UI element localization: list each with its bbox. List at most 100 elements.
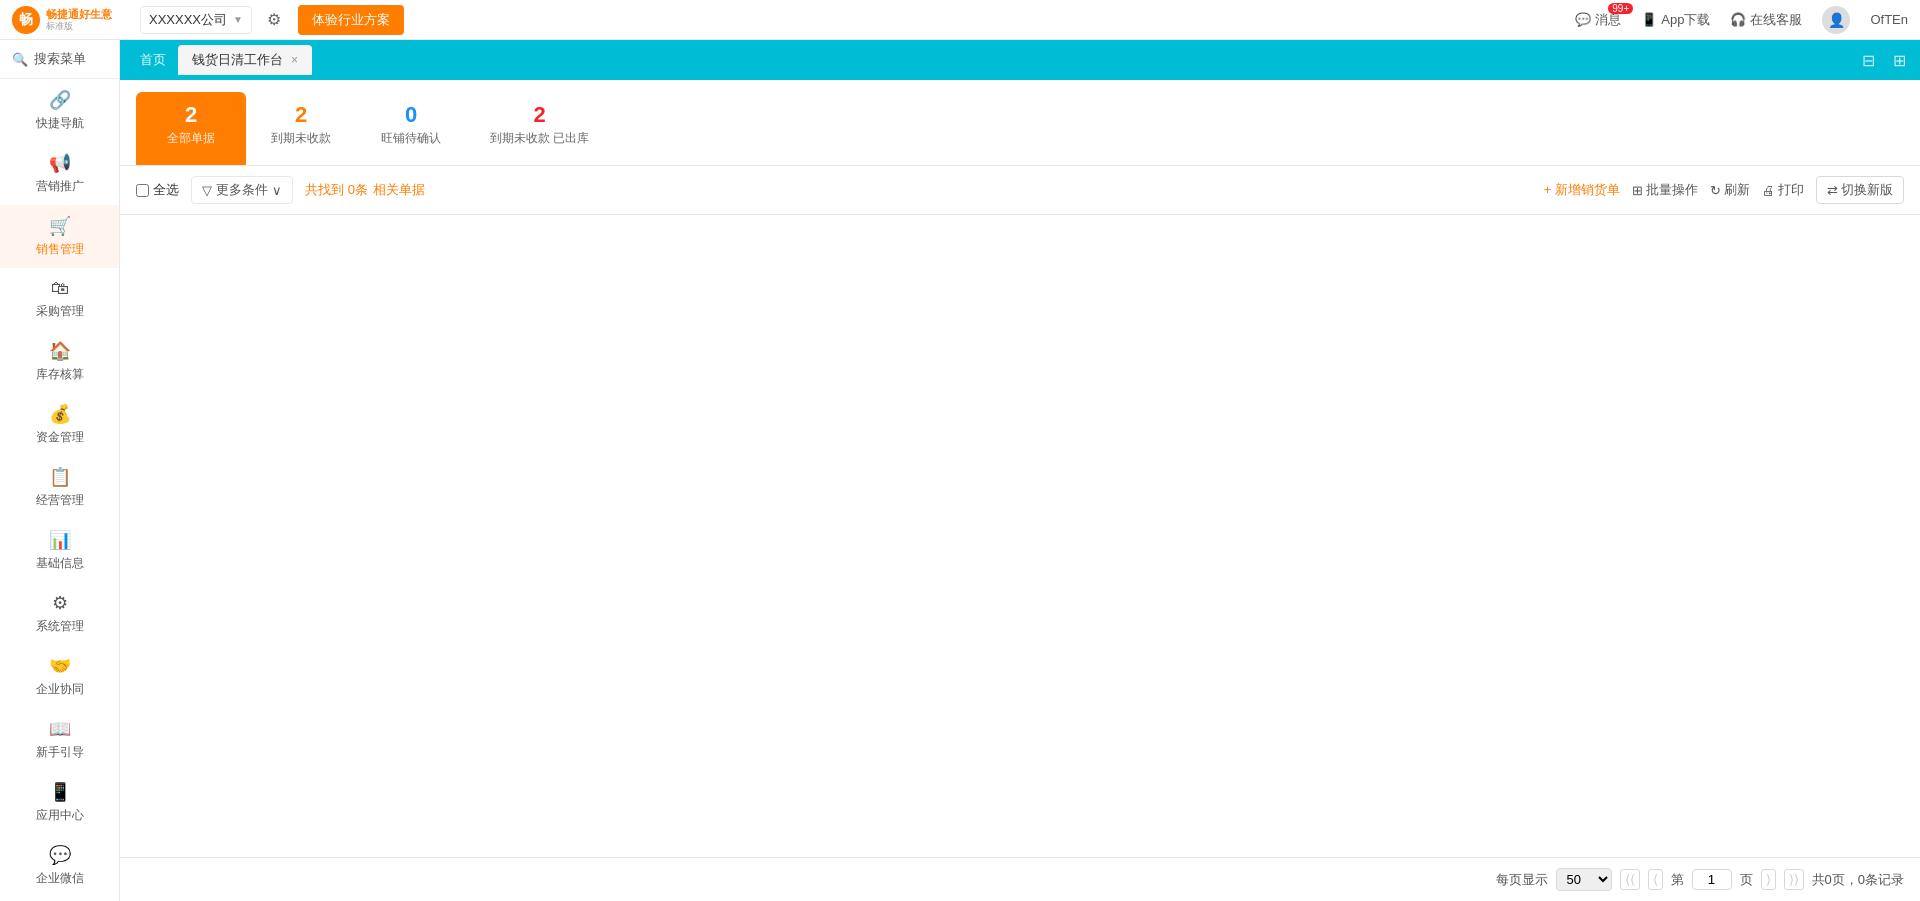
sidebar-item-new-guide[interactable]: 📖 新手引导 [0, 708, 119, 771]
print-label: 打印 [1778, 181, 1804, 199]
page-first-button[interactable]: ⟨⟨ [1620, 869, 1640, 890]
batch-icon: ⊞ [1632, 183, 1643, 198]
sidebar-label-wechat-work: 企业微信 [36, 870, 84, 887]
page-next-button[interactable]: ⟩ [1761, 869, 1776, 890]
online-service-label: 在线客服 [1750, 11, 1802, 29]
settings-button[interactable]: ⚙ [260, 6, 288, 34]
sidebar-label-marketing: 营销推广 [36, 178, 84, 195]
switch-version-button[interactable]: ⇄ 切换新版 [1816, 176, 1904, 204]
print-button[interactable]: 🖨 打印 [1762, 181, 1804, 199]
pagination: 每页显示 102050100 ⟨⟨ ⟨ 第 页 ⟩ ⟩⟩ 共0页，0条记录 [120, 857, 1920, 901]
content-area: 首页 钱货日清工作台 × ⊟ ⊞ 2 全部单据 2 到期未收款 0 旺铺待确认 … [120, 40, 1920, 901]
sidebar-icon-sales-mgmt: 🛒 [49, 215, 71, 237]
page-content: 2 全部单据 2 到期未收款 0 旺铺待确认 2 到期未收款 已出库 全选 ▽ … [120, 80, 1920, 901]
refresh-label: 刷新 [1724, 181, 1750, 199]
sidebar-icon-operations: 📋 [49, 466, 71, 488]
logo-title: 畅捷通好生意 [46, 8, 112, 21]
sidebar-label-quick-nav: 快捷导航 [36, 115, 84, 132]
page-number-input[interactable] [1692, 869, 1732, 890]
company-selector[interactable]: XXXXXX公司 ▼ [140, 6, 252, 34]
toolbar-right: + 新增销货单 ⊞ 批量操作 ↻ 刷新 🖨 打印 ⇄ [1544, 176, 1904, 204]
sidebar-icon-quick-nav: 🔗 [49, 89, 71, 111]
sidebar-label-purchase-mgmt: 采购管理 [36, 303, 84, 320]
stat-card-2[interactable]: 0 旺铺待确认 [356, 92, 466, 165]
sidebar-icon-sys-mgmt: ⚙ [52, 592, 68, 614]
filter-label: 更多条件 [216, 181, 268, 199]
sidebar-label-sys-mgmt: 系统管理 [36, 618, 84, 635]
sidebar-item-member[interactable]: 👤 畅会员 [0, 897, 119, 901]
tab-maximize-button[interactable]: ⊞ [1887, 49, 1912, 72]
new-sale-order-button[interactable]: + 新增销货单 [1544, 181, 1620, 199]
sidebar-item-enterprise[interactable]: 🤝 企业协同 [0, 645, 119, 708]
sidebar-label-new-guide: 新手引导 [36, 744, 84, 761]
select-all-input[interactable] [136, 184, 149, 197]
select-all-checkbox[interactable]: 全选 [136, 181, 179, 199]
total-info: 共0页，0条记录 [1812, 871, 1904, 889]
sidebar-item-purchase-mgmt[interactable]: 🛍 采购管理 [0, 268, 119, 330]
page-size-select[interactable]: 102050100 [1556, 868, 1612, 891]
stat-number-2: 0 [405, 102, 417, 128]
found-unit: 条 [355, 182, 368, 197]
refresh-button[interactable]: ↻ 刷新 [1710, 181, 1750, 199]
user-name-area[interactable]: OfTEn [1870, 12, 1908, 27]
sidebar-item-wechat-work[interactable]: 💬 企业微信 [0, 834, 119, 897]
search-menu-button[interactable]: 🔍 搜索菜单 [0, 40, 119, 79]
stat-number-3: 2 [534, 102, 546, 128]
stat-card-0[interactable]: 2 全部单据 [136, 92, 246, 165]
top-header: 畅 畅捷通好生意 标准版 XXXXXX公司 ▼ ⚙ 体验行业方案 💬 消息 99… [0, 0, 1920, 40]
switch-label: 切换新版 [1841, 181, 1893, 199]
sidebar-label-inventory: 库存核算 [36, 366, 84, 383]
tab-close-icon[interactable]: × [291, 53, 298, 67]
sidebar: 🔍 搜索菜单 🔗 快捷导航 📢 营销推广 🛒 销售管理 🛍 采购管理 🏠 库存核… [0, 40, 120, 901]
online-service-icon: 🎧 [1730, 12, 1746, 27]
stat-label-2: 旺铺待确认 [381, 130, 441, 147]
sidebar-item-quick-nav[interactable]: 🔗 快捷导航 [0, 79, 119, 142]
sidebar-item-basic-info[interactable]: 📊 基础信息 [0, 519, 119, 582]
sidebar-item-inventory[interactable]: 🏠 库存核算 [0, 330, 119, 393]
tab-qianhuoqingzuotai[interactable]: 钱货日清工作台 × [178, 45, 312, 75]
toolbar: 全选 ▽ 更多条件 ∨ 共找到 0条 相关单据 + 新增销货单 ⊞ 批量操作 [120, 166, 1920, 215]
found-link[interactable]: 相关单据 [373, 182, 425, 197]
sidebar-item-marketing[interactable]: 📢 营销推广 [0, 142, 119, 205]
sidebar-icon-app-center: 📱 [49, 781, 71, 803]
tabs-bar: 首页 钱货日清工作台 × ⊟ ⊞ [120, 40, 1920, 80]
sidebar-item-finance[interactable]: 💰 资金管理 [0, 393, 119, 456]
avatar[interactable]: 👤 [1822, 6, 1850, 34]
sidebar-item-sys-mgmt[interactable]: ⚙ 系统管理 [0, 582, 119, 645]
user-name: OfTEn [1870, 12, 1908, 27]
page-di-word: 第 [1671, 871, 1684, 889]
page-last-button[interactable]: ⟩⟩ [1784, 869, 1804, 890]
sidebar-icon-finance: 💰 [49, 403, 71, 425]
sidebar-icon-marketing: 📢 [49, 152, 71, 174]
sidebar-label-finance: 资金管理 [36, 429, 84, 446]
tab-minimize-button[interactable]: ⊟ [1856, 49, 1881, 72]
stats-row: 2 全部单据 2 到期未收款 0 旺铺待确认 2 到期未收款 已出库 [120, 80, 1920, 166]
chevron-down-icon: ▼ [233, 14, 243, 25]
switch-icon: ⇄ [1827, 183, 1838, 198]
stat-card-3[interactable]: 2 到期未收款 已出库 [466, 92, 613, 165]
logo-area: 畅 畅捷通好生意 标准版 [12, 6, 132, 34]
filter-button[interactable]: ▽ 更多条件 ∨ [191, 176, 293, 204]
sidebar-item-sales-mgmt[interactable]: 🛒 销售管理 [0, 205, 119, 268]
logo-icon: 畅 [12, 6, 40, 34]
tab-controls-right: ⊟ ⊞ [1856, 49, 1912, 72]
app-download-button[interactable]: 📱 App下载 [1641, 11, 1710, 29]
online-service-button[interactable]: 🎧 在线客服 [1730, 11, 1802, 29]
page-prev-button[interactable]: ⟨ [1648, 869, 1663, 890]
tab-home[interactable]: 首页 [128, 45, 178, 75]
stat-card-1[interactable]: 2 到期未收款 [246, 92, 356, 165]
sidebar-item-operations[interactable]: 📋 经营管理 [0, 456, 119, 519]
batch-operation-button[interactable]: ⊞ 批量操作 [1632, 181, 1698, 199]
select-all-label: 全选 [153, 181, 179, 199]
stat-label-0: 全部单据 [167, 130, 215, 147]
sidebar-item-app-center[interactable]: 📱 应用中心 [0, 771, 119, 834]
filter-chevron-icon: ∨ [272, 183, 282, 198]
sidebar-icon-inventory: 🏠 [49, 340, 71, 362]
sidebar-icon-basic-info: 📊 [49, 529, 71, 551]
sidebar-icon-purchase-mgmt: 🛍 [51, 278, 69, 299]
sidebar-label-sales-mgmt: 销售管理 [36, 241, 84, 258]
experience-button[interactable]: 体验行业方案 [298, 5, 404, 35]
found-prefix: 共找到 [305, 182, 344, 197]
logo-subtitle: 标准版 [46, 21, 112, 32]
message-button[interactable]: 💬 消息 99+ [1575, 11, 1621, 29]
